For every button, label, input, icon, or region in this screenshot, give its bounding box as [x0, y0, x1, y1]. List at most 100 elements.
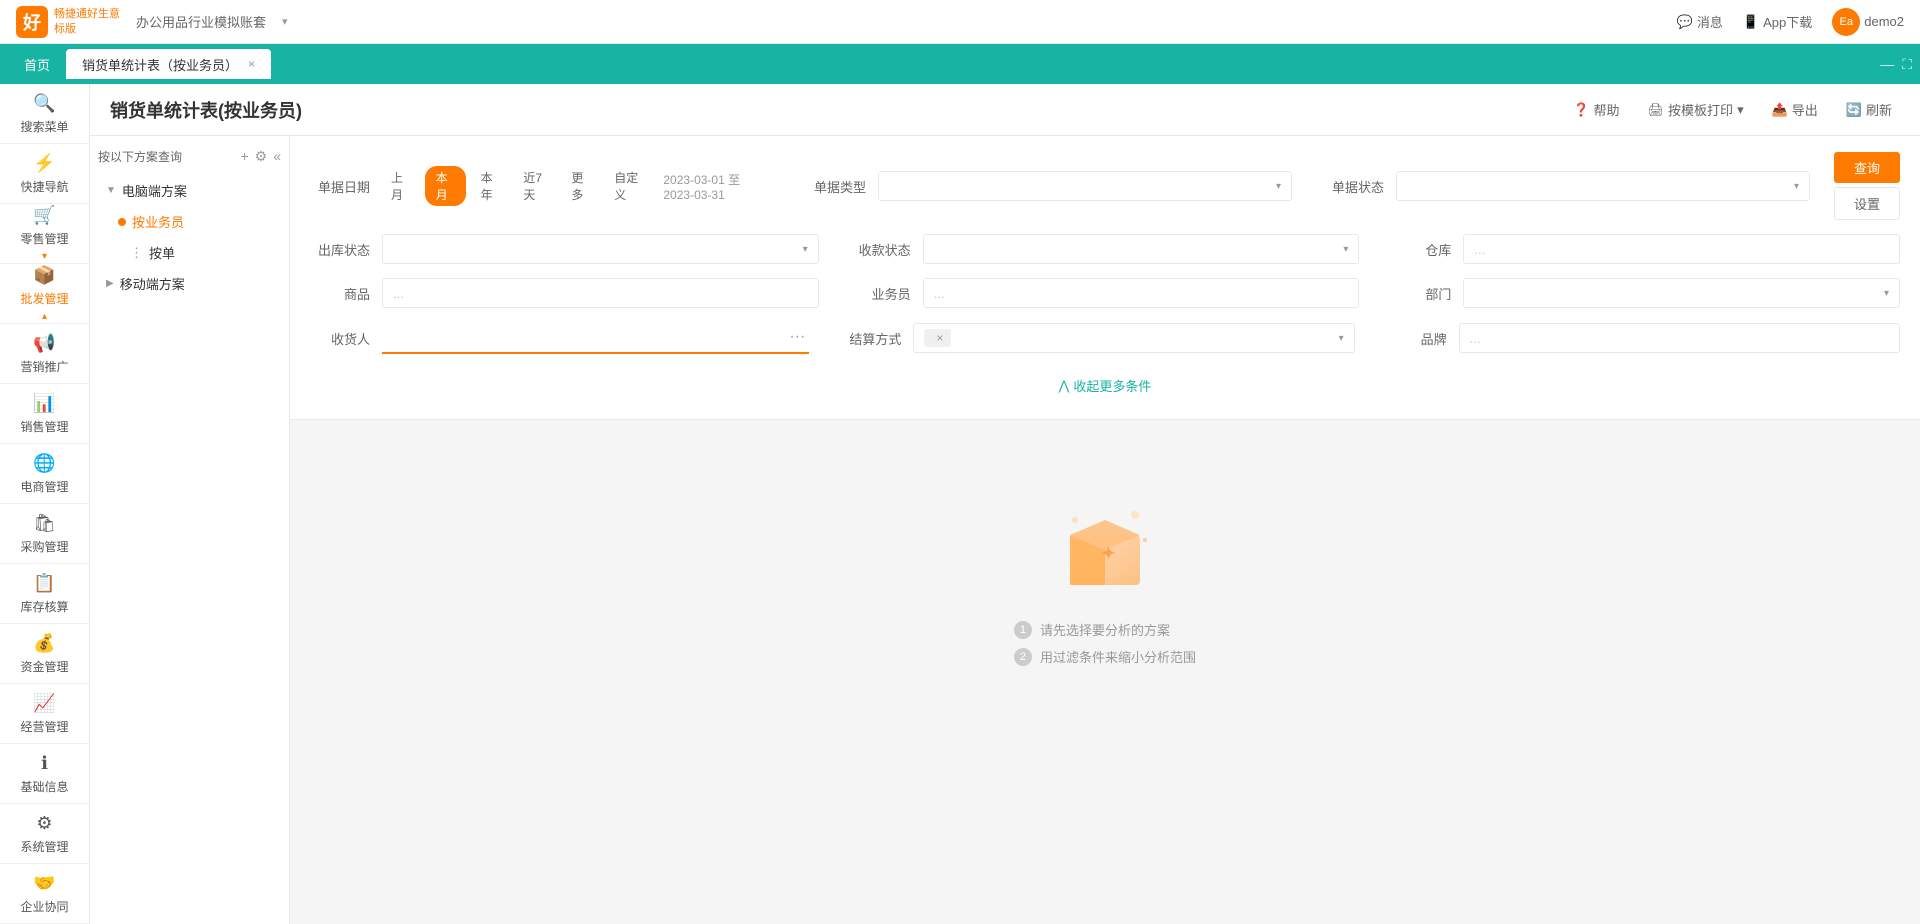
tab-home[interactable]: 首页 [8, 49, 66, 79]
action-buttons: 查询 设置 [1834, 152, 1900, 220]
logo-icon: 好 [16, 6, 48, 38]
goods-select[interactable]: ... [382, 278, 819, 308]
date-more[interactable]: 更多 [562, 165, 599, 207]
department-select[interactable]: ▾ [1463, 278, 1900, 308]
sidebar-item-sales[interactable]: 📊 销售管理 [0, 384, 89, 444]
salesperson-select[interactable]: ... [923, 278, 1360, 308]
refresh-button[interactable]: 🔄 刷新 [1838, 96, 1900, 123]
operations-icon: 📈 [33, 693, 55, 714]
page-title: 销货单统计表(按业务员) [110, 97, 302, 123]
help-button[interactable]: ❓ 帮助 [1565, 96, 1627, 123]
template-print-button[interactable]: 🖨 按模板打印 ▾ [1640, 96, 1752, 123]
settings-plan-button[interactable]: ⚙ [255, 148, 268, 165]
date-this-month[interactable]: 本月 [425, 166, 466, 206]
sidebar-item-enterprise[interactable]: 🤝 企业协同 [0, 864, 89, 924]
warehouse-label: 仓库 [1391, 240, 1451, 259]
brand-label: 品牌 [1387, 329, 1447, 348]
tip-num-2: 2 [1014, 648, 1032, 666]
query-button[interactable]: 查询 [1834, 152, 1900, 183]
date-custom[interactable]: 自定义 [605, 165, 651, 207]
doc-icon: ⋮ [130, 245, 143, 261]
main-area: 🔍 搜索菜单 ⚡ 快捷导航 🛒 零售管理 ▾ 📦 批发管理 ▴ 📢 营销推广 [0, 84, 1920, 924]
sidebar-item-wholesale[interactable]: 📦 批发管理 ▴ [0, 264, 89, 324]
settings-button[interactable]: 设置 [1834, 187, 1900, 220]
date-this-year[interactable]: 本年 [472, 165, 509, 207]
salesperson-label: 业务员 [851, 284, 911, 303]
settlement-tag-close[interactable]: × [936, 331, 943, 345]
sidebar-item-operations[interactable]: 📈 经营管理 [0, 684, 89, 744]
collapse-bar[interactable]: ⋀ 收起更多条件 [310, 368, 1900, 403]
print-dropdown-icon: ▾ [1737, 102, 1744, 118]
sidebar-item-inventory[interactable]: 📋 库存核算 [0, 564, 89, 624]
app-download-button[interactable]: 📱 App下载 [1743, 12, 1812, 31]
sidebar-item-basic[interactable]: ℹ 基础信息 [0, 744, 89, 804]
tab-bar: 首页 销货单统计表（按业务员） × — ⛶ [0, 44, 1920, 84]
sidebar-item-finance[interactable]: 💰 资金管理 [0, 624, 89, 684]
settlement-select[interactable]: × ▾ [913, 323, 1354, 353]
sidebar-item-ecommerce[interactable]: 🌐 电商管理 [0, 444, 89, 504]
doc-type-select[interactable]: ▾ [878, 171, 1292, 201]
tree-expand-icon: ▼ [106, 185, 116, 196]
receiver-input[interactable] [386, 322, 789, 352]
top-bar: 好 畅捷通好生意 标版 办公用品行业模拟账套 ▾ 💬 消息 📱 App下载 Ea [0, 0, 1920, 44]
receiver-dots[interactable]: ··· [789, 328, 805, 346]
window-minimize-button[interactable]: — [1880, 56, 1894, 73]
payment-status-select[interactable]: ▾ [923, 234, 1360, 264]
payment-status-label: 收款状态 [851, 240, 911, 259]
filter-row-3: 商品 ... 业务员 ... 部门 ▾ [310, 278, 1900, 308]
sales-icon: 📊 [33, 393, 55, 414]
empty-illustration: ✦ [1045, 480, 1165, 600]
date-filter: 上月 本月 本年 近7天 更多 自定义 2023-03-01 至 2023-03… [382, 165, 774, 207]
out-status-label: 出库状态 [310, 240, 370, 259]
department-label: 部门 [1391, 284, 1451, 303]
date-last-month[interactable]: 上月 [382, 165, 419, 207]
user-menu[interactable]: Ea demo2 [1832, 8, 1904, 36]
print-icon: 🖨 [1648, 102, 1665, 118]
inventory-icon: 📋 [33, 573, 55, 594]
out-status-select[interactable]: ▾ [382, 234, 819, 264]
brand-select[interactable]: ... [1459, 323, 1900, 353]
sidebar-item-system[interactable]: ⚙ 系统管理 [0, 804, 89, 864]
empty-tip-1: 1 请先选择要分析的方案 [1014, 620, 1196, 639]
add-plan-button[interactable]: + [240, 148, 248, 165]
finance-icon: 💰 [33, 633, 55, 654]
left-panel: 按以下方案查询 + ⚙ « ▼ 电脑端方案 [90, 136, 290, 924]
filter-section: 单据日期 上月 本月 本年 近7天 更多 自定义 2023-03-01 至 20… [290, 136, 1920, 420]
tree-group-desktop[interactable]: ▼ 电脑端方案 [98, 175, 281, 206]
sidebar-item-marketing[interactable]: 📢 营销推广 [0, 324, 89, 384]
panel-actions: + ⚙ « [240, 148, 281, 165]
doc-status-select[interactable]: ▾ [1396, 171, 1810, 201]
export-button[interactable]: 📤 导出 [1764, 96, 1826, 123]
basic-icon: ℹ [41, 753, 48, 774]
salesperson-dots: ... [934, 286, 945, 301]
doc-status-arrow-icon: ▾ [1794, 181, 1799, 192]
content-area: 销货单统计表(按业务员) ❓ 帮助 🖨 按模板打印 ▾ 📤 导出 [90, 84, 1920, 924]
app-title[interactable]: 办公用品行业模拟账套 [128, 12, 274, 31]
download-icon: 📱 [1743, 14, 1759, 30]
sidebar-item-purchase[interactable]: 🛍 采购管理 [0, 504, 89, 564]
dropdown-arrow-icon[interactable]: ▾ [282, 15, 288, 28]
tip-num-1: 1 [1014, 621, 1032, 639]
collapse-up-icon: ⋀ [1059, 378, 1070, 394]
tab-close-icon[interactable]: × [248, 57, 255, 71]
svg-text:✦: ✦ [1100, 543, 1117, 565]
tree-desktop-children: 按业务员 ⋮ 按单 [110, 206, 281, 268]
warehouse-select[interactable]: ... [1463, 234, 1900, 264]
tree-group-mobile[interactable]: ▶ 移动端方案 [98, 268, 281, 299]
refresh-icon: 🔄 [1846, 102, 1862, 118]
brand-text: 畅捷通好生意 标版 [54, 7, 120, 36]
tab-sales-stat[interactable]: 销货单统计表（按业务员） × [66, 49, 271, 79]
filter-row-1: 单据日期 上月 本月 本年 近7天 更多 自定义 2023-03-01 至 20… [310, 152, 1900, 220]
sidebar-item-retail[interactable]: 🛒 零售管理 ▾ [0, 204, 89, 264]
doc-type-label: 单据类型 [806, 177, 866, 196]
receiver-input-area: ··· [382, 322, 809, 354]
collapse-panel-button[interactable]: « [273, 148, 281, 165]
tree-item-by-salesperson[interactable]: 按业务员 [110, 206, 281, 237]
window-maximize-button[interactable]: ⛶ [1902, 56, 1912, 73]
tree-item-by-doc[interactable]: ⋮ 按单 [122, 237, 281, 268]
date-last-7-days[interactable]: 近7天 [514, 165, 556, 207]
message-button[interactable]: 💬 消息 [1677, 12, 1723, 31]
sidebar-item-search[interactable]: 🔍 搜索菜单 [0, 84, 89, 144]
sidebar-item-quick-nav[interactable]: ⚡ 快捷导航 [0, 144, 89, 204]
quick-nav-icon: ⚡ [33, 153, 55, 174]
